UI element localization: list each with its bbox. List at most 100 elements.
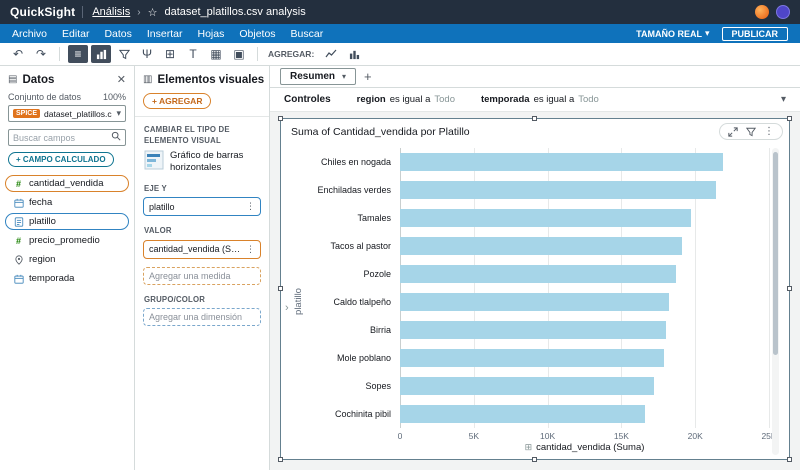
- bar[interactable]: [400, 321, 666, 339]
- field-fecha[interactable]: fecha: [5, 194, 129, 211]
- add-bar-chart-icon[interactable]: [344, 45, 364, 63]
- dataset-import-pct: 100%: [102, 92, 126, 102]
- field-cantidad-vendida[interactable]: # cantidad_vendida: [5, 175, 129, 192]
- table-icon[interactable]: ▦: [206, 45, 226, 63]
- favorite-star-icon[interactable]: ☆: [148, 6, 158, 19]
- add-line-chart-icon[interactable]: [321, 45, 341, 63]
- resize-handle[interactable]: [787, 116, 792, 121]
- field-platillo[interactable]: platillo: [5, 213, 129, 230]
- eje-y-well[interactable]: platillo ⋮: [143, 197, 261, 217]
- bar[interactable]: [400, 237, 682, 255]
- datos-panel: ▤ Datos ✕ Conjunto de datos 100% SPICE d…: [0, 66, 135, 470]
- text-icon[interactable]: T: [183, 45, 203, 63]
- x-axis-title-text: cantidad_vendida (Suma): [536, 442, 645, 453]
- search-input[interactable]: [13, 132, 111, 143]
- close-icon[interactable]: ✕: [117, 73, 126, 86]
- menu-hojas[interactable]: Hojas: [198, 28, 225, 40]
- themes-icon[interactable]: ▣: [229, 45, 249, 63]
- x-tick-label: 15K: [613, 431, 629, 441]
- search-icon[interactable]: [111, 131, 121, 144]
- menu-buscar[interactable]: Buscar: [291, 28, 324, 40]
- kebab-menu-icon[interactable]: ⋮: [246, 244, 255, 255]
- bar[interactable]: [400, 181, 716, 199]
- redo-icon[interactable]: ↷: [31, 45, 51, 63]
- visuals-pane-toggle-icon[interactable]: [91, 45, 111, 63]
- field-region[interactable]: region: [5, 251, 129, 268]
- plot-area: Chiles en nogada Enchiladas verdes Tamales…: [305, 148, 770, 428]
- data-pane-toggle-icon[interactable]: ≡: [68, 45, 88, 63]
- parameters-icon[interactable]: Ψ: [137, 45, 157, 63]
- bar-row: Birria: [305, 316, 769, 344]
- filter-icon[interactable]: [746, 127, 756, 137]
- resize-handle[interactable]: [787, 286, 792, 291]
- visual-type-selector[interactable]: Gráfico de barras horizontales: [135, 149, 269, 182]
- toolbar: ↶ ↷ ≡ Ψ ⊞ T ▦ ▣ AGREGAR:: [0, 43, 800, 66]
- menu-datos[interactable]: Datos: [104, 28, 131, 40]
- control-op: es igual a: [533, 94, 575, 105]
- category-label: Sopes: [365, 381, 391, 391]
- resize-handle[interactable]: [532, 457, 537, 462]
- undo-icon[interactable]: ↶: [8, 45, 28, 63]
- dataset-selector[interactable]: SPICE dataset_platillos.csv ▾: [8, 105, 126, 122]
- bar[interactable]: [400, 405, 646, 423]
- valor-well[interactable]: cantidad_vendida (Suma) ⋮: [143, 239, 261, 259]
- bar[interactable]: [400, 377, 654, 395]
- bar[interactable]: [400, 153, 724, 171]
- dataset-name: dataset_platillos.csv: [44, 108, 112, 119]
- field-precio-promedio[interactable]: # precio_promedio: [5, 232, 129, 249]
- field-temporada[interactable]: temporada: [5, 270, 129, 287]
- bar[interactable]: [400, 265, 676, 283]
- category-label: Tamales: [357, 213, 391, 223]
- menu-insertar[interactable]: Insertar: [147, 28, 183, 40]
- kebab-menu-icon[interactable]: ⋮: [246, 201, 255, 212]
- bar[interactable]: [400, 209, 691, 227]
- add-visual-button[interactable]: + AGREGAR: [143, 93, 212, 109]
- zoom-level-dropdown[interactable]: TAMAÑO REAL ▾: [636, 28, 709, 39]
- field-label: cantidad_vendida: [29, 178, 104, 189]
- add-sheet-button[interactable]: +: [364, 69, 372, 84]
- valor-add-well[interactable]: Agregar una medida: [143, 266, 261, 285]
- bar[interactable]: [400, 293, 669, 311]
- kebab-menu-icon[interactable]: ⋮: [764, 126, 774, 137]
- axis-collapse-icon[interactable]: ›: [285, 302, 289, 314]
- menubar: Archivo Editar Datos Insertar Hojas Obje…: [0, 24, 800, 43]
- bar-track: [400, 405, 769, 423]
- breadcrumb-separator: ›: [137, 6, 141, 18]
- quicksight-brand[interactable]: QuickSight: [10, 5, 75, 19]
- menu-editar[interactable]: Editar: [62, 28, 89, 40]
- x-tick-label: 20K: [687, 431, 703, 441]
- visual-title[interactable]: Suma of Cantidad_vendida por Platillo: [291, 126, 779, 138]
- actions-icon[interactable]: ⊞: [160, 45, 180, 63]
- toolbar-divider: [257, 47, 258, 61]
- resize-handle[interactable]: [278, 116, 283, 121]
- publish-button[interactable]: PUBLICAR: [721, 26, 788, 41]
- menu-objetos[interactable]: Objetos: [239, 28, 275, 40]
- topbar: QuickSight Análisis › ☆ dataset_platillo…: [0, 0, 800, 24]
- bar-chart-visual[interactable]: Suma of Cantidad_vendida por Platillo ⋮ …: [278, 116, 792, 462]
- menu-archivo[interactable]: Archivo: [12, 28, 47, 40]
- scrollbar-thumb[interactable]: [773, 152, 778, 355]
- calculated-field-button[interactable]: + CAMPO CALCULADO: [8, 152, 114, 167]
- filter-icon[interactable]: [114, 45, 134, 63]
- field-search: [8, 129, 126, 146]
- change-visual-type-label: CAMBIAR EL TIPO DE ELEMENTO VISUAL: [144, 125, 230, 145]
- chart-scrollbar[interactable]: [772, 148, 779, 455]
- resize-handle[interactable]: [278, 286, 283, 291]
- control-temporada[interactable]: temporada es igual a Todo: [481, 94, 599, 105]
- control-value: Todo: [434, 94, 455, 105]
- maximize-icon[interactable]: [728, 126, 738, 137]
- category-label: Enchiladas verdes: [317, 185, 391, 195]
- main-area: ▤ Datos ✕ Conjunto de datos 100% SPICE d…: [0, 66, 800, 470]
- collapse-controls-icon[interactable]: ▾: [781, 94, 786, 105]
- well-field-label: cantidad_vendida (Suma): [149, 244, 242, 255]
- resize-handle[interactable]: [787, 457, 792, 462]
- quicksight-logo-icon[interactable]: [755, 5, 769, 19]
- resize-handle[interactable]: [532, 116, 537, 121]
- grupo-color-add-well[interactable]: Agregar una dimensión: [143, 308, 261, 327]
- bar[interactable]: [400, 349, 665, 367]
- profile-icon[interactable]: [776, 5, 790, 19]
- nav-analysis[interactable]: Análisis: [82, 6, 130, 18]
- tab-resumen[interactable]: Resumen ▾: [280, 68, 357, 85]
- resize-handle[interactable]: [278, 457, 283, 462]
- control-region[interactable]: region es igual a Todo: [357, 94, 455, 105]
